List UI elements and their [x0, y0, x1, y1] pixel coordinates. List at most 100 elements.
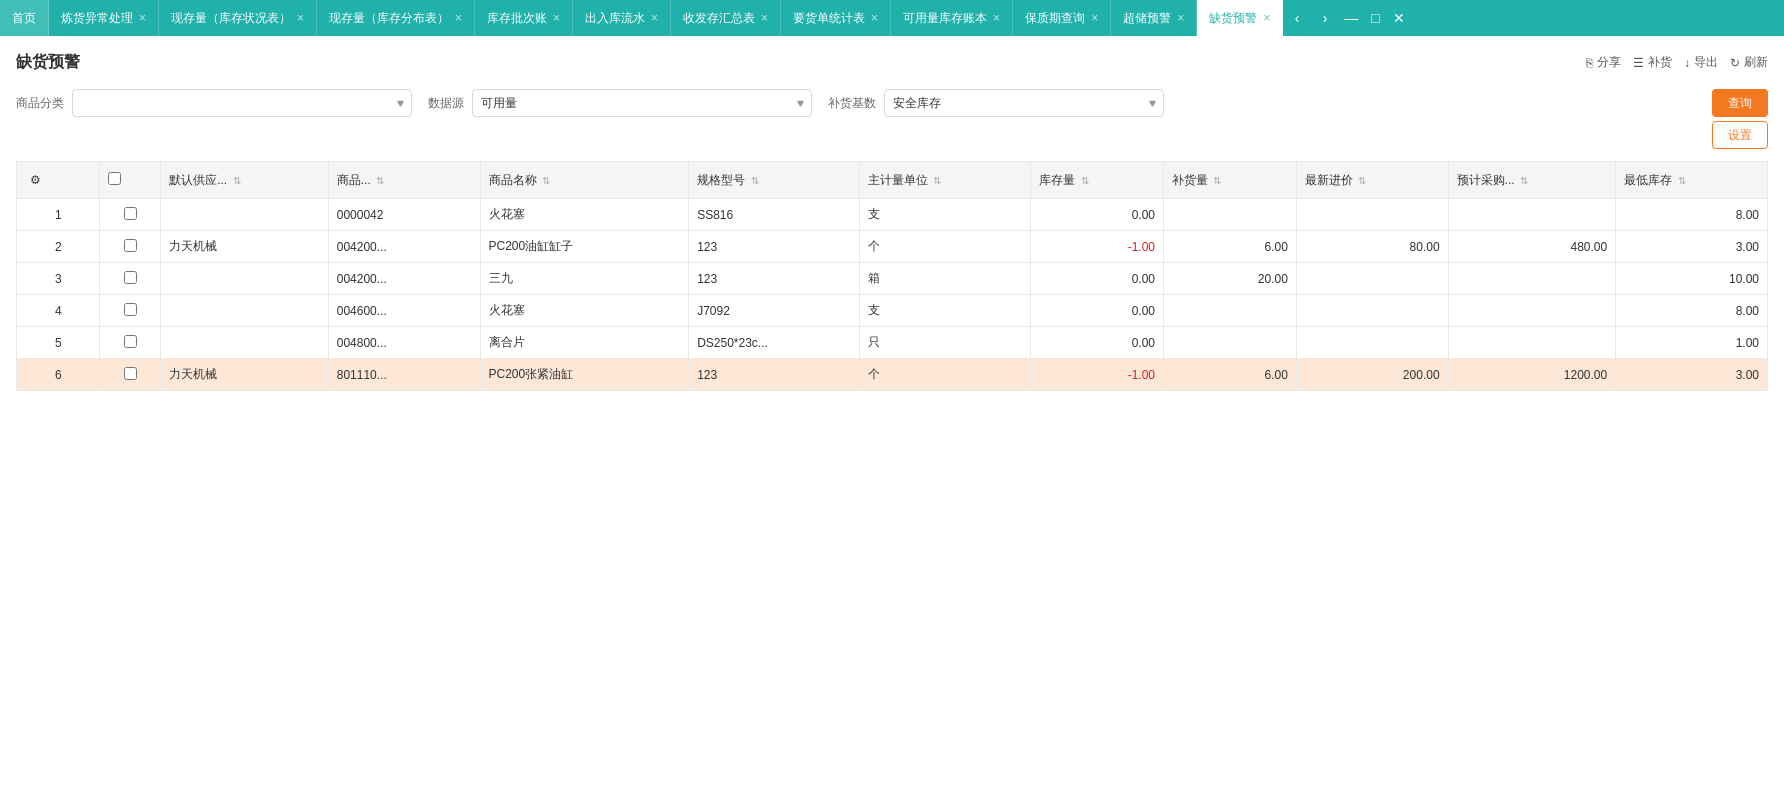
page-title: 缺货预警	[16, 52, 80, 73]
tab-close-abnormal[interactable]: ×	[139, 11, 146, 25]
tab-expiry[interactable]: 保质期查询 ×	[1013, 0, 1111, 36]
tab-close-available[interactable]: ×	[993, 11, 1000, 25]
row-latestprice	[1296, 295, 1448, 327]
row-supplier	[161, 327, 329, 359]
th-spec[interactable]: 规格型号 ⇅	[689, 162, 860, 199]
row-code: 004200...	[328, 263, 480, 295]
tab-close-window-button[interactable]: ✕	[1387, 0, 1411, 36]
refresh-icon: ↻	[1730, 56, 1740, 70]
page-header: 缺货预警 ⎘ 分享 ☰ 补货 ↓ 导出 ↻ 刷新	[16, 52, 1768, 73]
tab-close-stock-status[interactable]: ×	[297, 11, 304, 25]
th-latestprice[interactable]: 最新进价 ⇅	[1296, 162, 1448, 199]
sort-name-icon: ⇅	[542, 175, 550, 186]
datasource-select[interactable]: 可用量 ▾	[472, 89, 812, 117]
row-checkbox-1[interactable]	[124, 239, 137, 252]
row-spec: J7092	[689, 295, 860, 327]
row-checkbox-3[interactable]	[124, 303, 137, 316]
tab-close-shortage[interactable]: ×	[1263, 11, 1270, 25]
filter-actions: 查询 设置	[1712, 89, 1768, 149]
tab-stock-status[interactable]: 现存量（库存状况表） ×	[159, 0, 317, 36]
row-unit: 只	[859, 327, 1030, 359]
replenish-button[interactable]: ☰ 补货	[1633, 54, 1672, 71]
th-replenish[interactable]: 补货量 ⇅	[1164, 162, 1297, 199]
th-unit[interactable]: 主计量单位 ⇅	[859, 162, 1030, 199]
replenish-base-chevron-icon: ▾	[1149, 96, 1155, 110]
th-supplier[interactable]: 默认供应... ⇅	[161, 162, 329, 199]
tab-prev-button[interactable]: ‹	[1283, 0, 1311, 36]
tab-close-inout[interactable]: ×	[651, 11, 658, 25]
share-icon: ⎘	[1586, 56, 1593, 70]
settings-gear-icon[interactable]: ⚙	[25, 170, 45, 190]
row-stock: 0.00	[1031, 263, 1164, 295]
row-checkbox-0[interactable]	[124, 207, 137, 220]
row-name: PC200张紧油缸	[480, 359, 689, 391]
th-stock[interactable]: 库存量 ⇅	[1031, 162, 1164, 199]
tab-close-overstock[interactable]: ×	[1177, 11, 1184, 25]
tab-home[interactable]: 首页	[0, 0, 49, 36]
row-num: 2	[17, 231, 100, 263]
filter-section: 商品分类 ▾ 数据源 可用量 ▾ 补货基数 安全库存	[16, 89, 1768, 149]
row-latestprice: 80.00	[1296, 231, 1448, 263]
row-minstock: 10.00	[1616, 263, 1768, 295]
row-spec: 123	[689, 263, 860, 295]
row-stock: -1.00	[1031, 359, 1164, 391]
th-name[interactable]: 商品名称 ⇅	[480, 162, 689, 199]
category-label: 商品分类	[16, 95, 64, 112]
row-latestprice	[1296, 263, 1448, 295]
row-minstock: 3.00	[1616, 359, 1768, 391]
replenish-base-select-wrap: 安全库存 ▾	[884, 89, 1164, 117]
data-table: ⚙ 默认供应... ⇅ 商品... ⇅ 商品名称 ⇅ 规格	[16, 161, 1768, 391]
row-name: PC200油缸缸子	[480, 231, 689, 263]
tab-next-button[interactable]: ›	[1311, 0, 1339, 36]
main-content: 缺货预警 ⎘ 分享 ☰ 补货 ↓ 导出 ↻ 刷新 商品分类	[0, 36, 1784, 796]
query-button[interactable]: 查询	[1712, 89, 1768, 117]
table-header-row: ⚙ 默认供应... ⇅ 商品... ⇅ 商品名称 ⇅ 规格	[17, 162, 1768, 199]
row-supplier: 力天机械	[161, 231, 329, 263]
replenish-icon: ☰	[1633, 56, 1644, 70]
tab-close-stock-dist[interactable]: ×	[455, 11, 462, 25]
row-unit: 个	[859, 231, 1030, 263]
tab-stock-dist[interactable]: 现存量（库存分布表） ×	[317, 0, 475, 36]
row-latestprice: 200.00	[1296, 359, 1448, 391]
row-spec: DS250*23c...	[689, 327, 860, 359]
tab-close-expiry[interactable]: ×	[1091, 11, 1098, 25]
tab-collection[interactable]: 收发存汇总表 ×	[671, 0, 781, 36]
refresh-button[interactable]: ↻ 刷新	[1730, 54, 1768, 71]
tab-close-batch[interactable]: ×	[553, 11, 560, 25]
category-select[interactable]: ▾	[72, 89, 412, 117]
share-button[interactable]: ⎘ 分享	[1586, 54, 1621, 71]
tab-minimize-button[interactable]: —	[1339, 0, 1363, 36]
row-checkbox-2[interactable]	[124, 271, 137, 284]
th-estpurchase[interactable]: 预计采购... ⇅	[1448, 162, 1616, 199]
tab-overstock[interactable]: 超储预警 ×	[1111, 0, 1197, 36]
tab-available[interactable]: 可用量库存账本 ×	[891, 0, 1013, 36]
row-checkbox-4[interactable]	[124, 335, 137, 348]
table-row: 5 004800... 离合片 DS250*23c... 只 0.00 1.00	[17, 327, 1768, 359]
settings-button[interactable]: 设置	[1712, 121, 1768, 149]
tab-close-collection[interactable]: ×	[761, 11, 768, 25]
row-name: 火花塞	[480, 199, 689, 231]
row-name: 离合片	[480, 327, 689, 359]
th-minstock[interactable]: 最低库存 ⇅	[1616, 162, 1768, 199]
th-code[interactable]: 商品... ⇅	[328, 162, 480, 199]
tab-inout[interactable]: 出入库流水 ×	[573, 0, 671, 36]
row-unit: 个	[859, 359, 1030, 391]
datasource-select-wrap: 可用量 ▾	[472, 89, 812, 117]
tab-abnormal[interactable]: 炼货异常处理 ×	[49, 0, 159, 36]
tab-close-order-stat[interactable]: ×	[871, 11, 878, 25]
tab-order-stat[interactable]: 要货单统计表 ×	[781, 0, 891, 36]
row-minstock: 1.00	[1616, 327, 1768, 359]
row-minstock: 8.00	[1616, 295, 1768, 327]
row-spec: SS816	[689, 199, 860, 231]
select-all-checkbox[interactable]	[108, 172, 121, 185]
export-button[interactable]: ↓ 导出	[1684, 54, 1718, 71]
tab-batch[interactable]: 库存批次账 ×	[475, 0, 573, 36]
row-num: 4	[17, 295, 100, 327]
table-row: 6 力天机械 801110... PC200张紧油缸 123 个 -1.00 6…	[17, 359, 1768, 391]
tab-maximize-button[interactable]: □	[1363, 0, 1387, 36]
replenish-base-select[interactable]: 安全库存 ▾	[884, 89, 1164, 117]
row-supplier	[161, 295, 329, 327]
row-num: 6	[17, 359, 100, 391]
row-checkbox-5[interactable]	[124, 367, 137, 380]
tab-shortage[interactable]: 缺货预警 ×	[1197, 0, 1283, 36]
